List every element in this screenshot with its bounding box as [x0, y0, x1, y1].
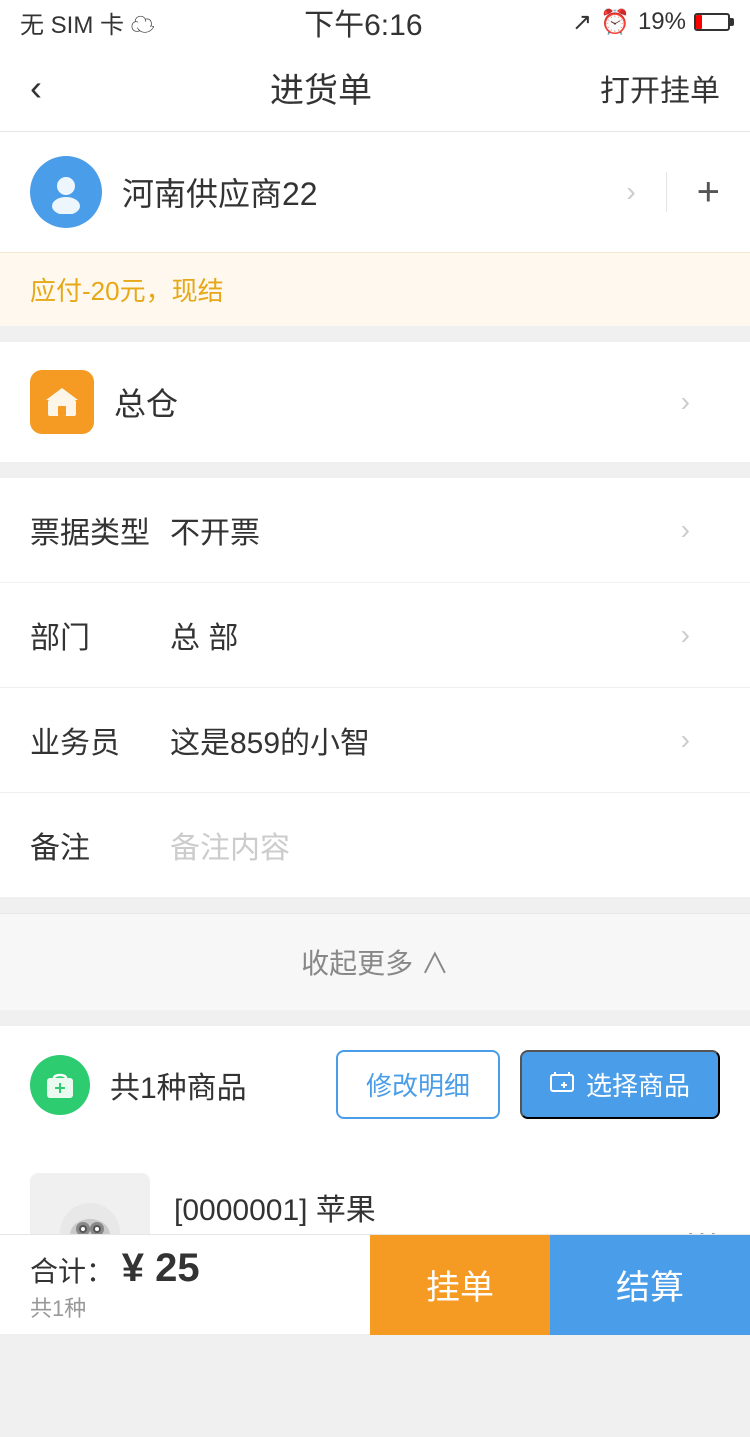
salesperson-value: 这是859的小智 — [170, 718, 681, 762]
add-supplier-button[interactable]: + — [697, 170, 720, 215]
salesperson-row[interactable]: 业务员 这是859的小智 › — [0, 687, 750, 792]
invoice-type-chevron-icon: › — [681, 514, 690, 546]
total-section: 合计： ¥ 25 共1种 — [0, 1246, 370, 1323]
nav-bar: ‹ 进货单 打开挂单 — [0, 44, 750, 132]
warehouse-chevron-icon: › — [681, 386, 690, 418]
product-name: [0000001] 苹果 — [174, 1185, 662, 1229]
collapse-more-button[interactable]: 收起更多 ∧ — [0, 913, 750, 1010]
products-count: 共1种商品 — [110, 1063, 316, 1107]
invoice-type-value: 不开票 — [170, 508, 681, 552]
invoice-type-label: 票据类型 — [30, 508, 170, 552]
department-value: 总 部 — [170, 613, 681, 657]
select-product-button[interactable]: 选择商品 — [520, 1050, 720, 1119]
bottom-bar: 合计： ¥ 25 共1种 挂单 结算 — [0, 1234, 750, 1334]
select-product-icon — [550, 1069, 578, 1100]
checkout-button[interactable]: 结算 — [550, 1235, 750, 1335]
status-right: ↗ ⏰ 19% — [572, 8, 730, 37]
status-left: 无 SIM 卡 ☁ — [20, 5, 155, 40]
supplier-row[interactable]: 河南供应商22 › + — [0, 132, 750, 252]
hang-order-button[interactable]: 挂单 — [370, 1235, 550, 1335]
supplier-name: 河南供应商22 — [122, 169, 626, 215]
salesperson-chevron-icon: › — [681, 724, 690, 756]
divider — [666, 172, 667, 212]
warehouse-name: 总仓 — [114, 379, 681, 425]
products-icon — [30, 1055, 90, 1115]
department-label: 部门 — [30, 613, 170, 657]
total-amount: ¥ 25 — [122, 1246, 200, 1290]
warehouse-icon — [30, 370, 94, 434]
location-icon: ↗ — [572, 8, 592, 37]
supplier-avatar — [30, 156, 102, 228]
bottom-spacer — [0, 1337, 750, 1437]
warehouse-section: 总仓 › — [0, 342, 750, 462]
remark-input[interactable]: 备注内容 — [170, 823, 720, 867]
battery-level: 19% — [638, 8, 686, 36]
invoice-type-row[interactable]: 票据类型 不开票 › — [0, 478, 750, 582]
department-chevron-icon: › — [681, 619, 690, 651]
status-bar: 无 SIM 卡 ☁ 下午6:16 ↗ ⏰ 19% — [0, 0, 750, 44]
payment-hint: 应付-20元，现结 — [0, 252, 750, 326]
supplier-chevron-icon: › — [626, 176, 635, 208]
alarm-icon: ⏰ — [600, 8, 630, 37]
total-count: 共1种 — [30, 1291, 340, 1323]
department-row[interactable]: 部门 总 部 › — [0, 582, 750, 687]
open-hang-order-button[interactable]: 打开挂单 — [600, 66, 720, 110]
products-header: 共1种商品 修改明细 选择商品 — [0, 1026, 750, 1143]
back-button[interactable]: ‹ — [30, 67, 42, 109]
page-title: 进货单 — [270, 63, 372, 112]
select-product-label: 选择商品 — [586, 1066, 690, 1103]
status-time: 下午6:16 — [304, 0, 422, 44]
total-label: 合计： — [30, 1256, 114, 1287]
salesperson-label: 业务员 — [30, 718, 170, 762]
total-row: 合计： ¥ 25 — [30, 1246, 340, 1291]
sim-status: 无 SIM 卡 ☁ — [20, 5, 155, 40]
remark-label: 备注 — [30, 823, 170, 867]
edit-detail-button[interactable]: 修改明细 — [336, 1050, 500, 1119]
supplier-section: 河南供应商22 › + 应付-20元，现结 — [0, 132, 750, 326]
battery-icon — [694, 13, 730, 31]
warehouse-row[interactable]: 总仓 › — [0, 342, 750, 462]
form-section: 票据类型 不开票 › 部门 总 部 › 业务员 这是859的小智 › 备注 备注… — [0, 478, 750, 897]
remark-row[interactable]: 备注 备注内容 — [0, 792, 750, 897]
